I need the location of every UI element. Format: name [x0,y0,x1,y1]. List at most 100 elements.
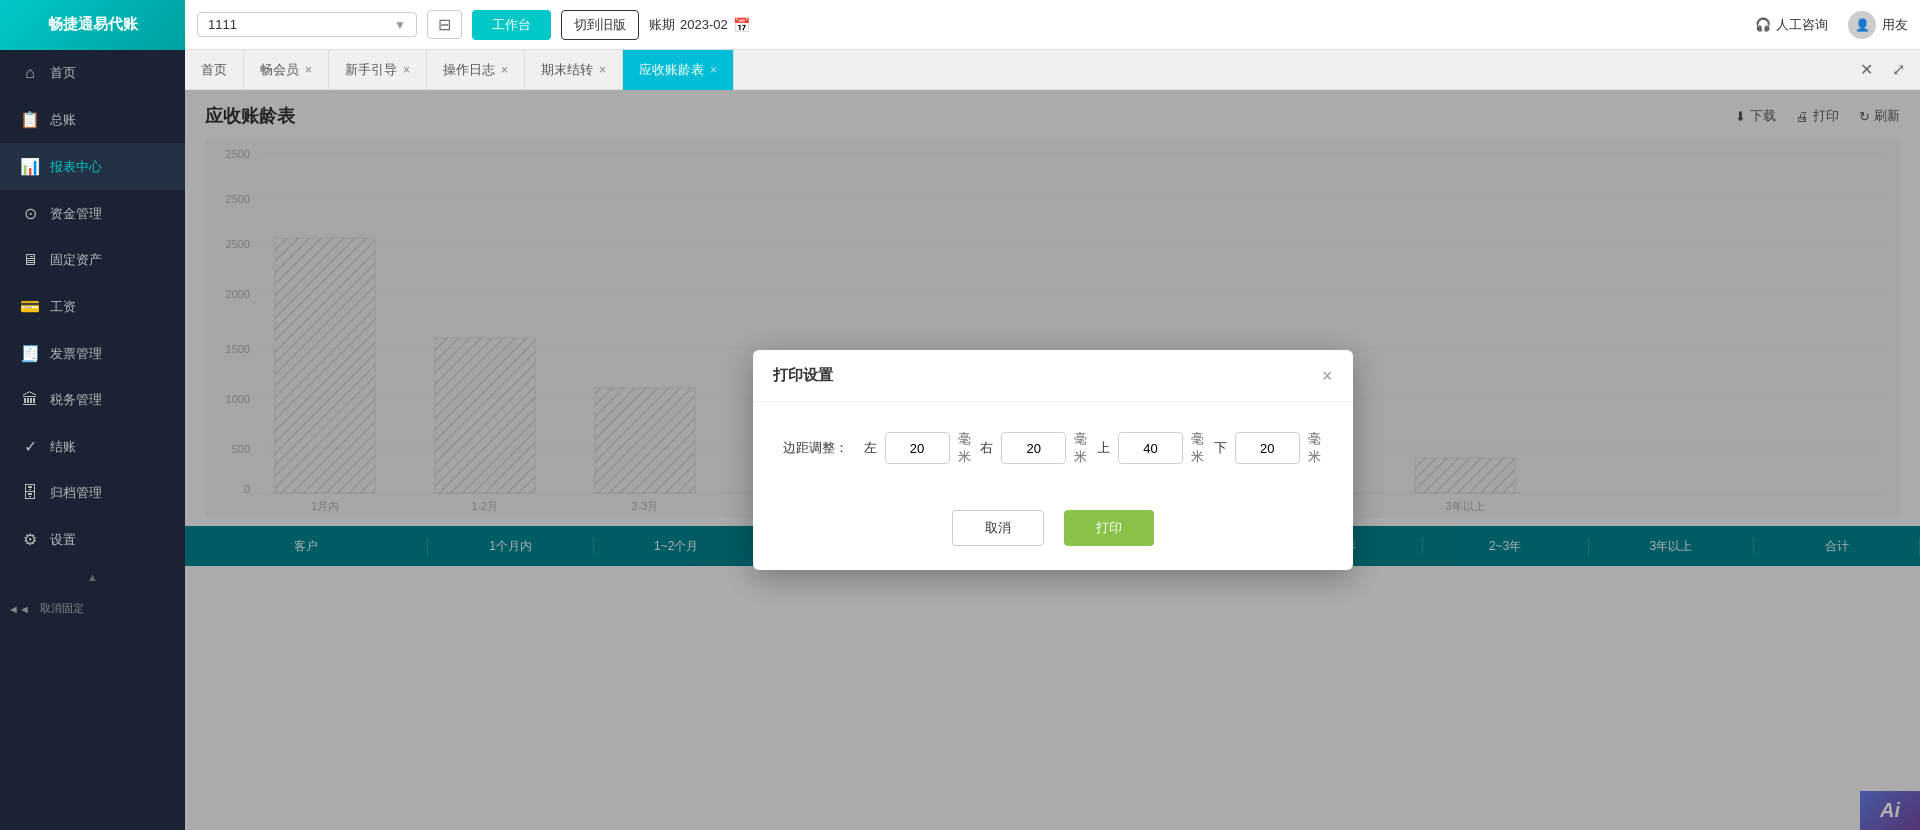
right-unit-label: 毫米 [1074,430,1089,466]
margin-row: 边距调整： 左 毫米 右 毫米 上 毫米 下 毫米 [783,430,1323,466]
tab-guide[interactable]: 新手引导 × [329,50,427,90]
print-dialog: 打印设置 × 边距调整： 左 毫米 右 毫米 上 [753,350,1353,570]
salary-icon: 💳 [20,297,40,316]
sidebar-label-salary: 工资 [50,298,76,316]
sidebar: ⌂ 首页 📋 总账 📊 报表中心 ⊙ 资金管理 🖥 固定资产 💳 工资 🧾 发票… [0,50,185,830]
modal-footer: 取消 打印 [753,494,1353,570]
main-layout: ⌂ 首页 📋 总账 📊 报表中心 ⊙ 资金管理 🖥 固定资产 💳 工资 🧾 发票… [0,50,1920,830]
right-direction-label: 右 [980,439,993,457]
sidebar-item-home[interactable]: ⌂ 首页 [0,50,185,96]
tab-home[interactable]: 首页 [185,50,244,90]
archive-icon: 🗄 [20,484,40,502]
tab-ar-aging-label: 应收账龄表 [639,61,704,79]
sidebar-label-invoice: 发票管理 [50,345,102,363]
sidebar-label-home: 首页 [50,64,76,82]
company-selector[interactable]: 1111 ▼ [197,12,417,37]
sidebar-scroll-up[interactable]: ▲ [0,563,185,591]
tab-guide-close[interactable]: × [403,63,410,77]
sidebar-label-settings: 设置 [50,531,76,549]
tab-period-end[interactable]: 期末结转 × [525,50,623,90]
funds-icon: ⊙ [20,204,40,223]
logo-area: 畅捷通易代账 [0,0,185,50]
period-value: 2023-02 [680,17,728,32]
sidebar-label-archive: 归档管理 [50,484,102,502]
tab-oplog-label: 操作日志 [443,61,495,79]
tab-member-label: 畅会员 [260,61,299,79]
assets-icon: 🖥 [20,251,40,269]
tab-period-end-close[interactable]: × [599,63,606,77]
sidebar-item-checkout[interactable]: ✓ 结账 [0,423,185,470]
left-direction-label: 左 [864,439,877,457]
switch-old-button[interactable]: 切到旧版 [561,10,639,40]
bottom-unit-label: 毫米 [1308,430,1323,466]
bottom-direction-label: 下 [1214,439,1227,457]
tab-actions: ✕ ⤢ [1852,56,1920,84]
right-margin-input[interactable] [1001,432,1066,464]
sidebar-label-reports: 报表中心 [50,158,102,176]
checkout-icon: ✓ [20,437,40,456]
tab-period-end-label: 期末结转 [541,61,593,79]
tab-home-label: 首页 [201,61,227,79]
maximize-button[interactable]: ⤢ [1884,56,1912,84]
sidebar-item-archive[interactable]: 🗄 归档管理 [0,470,185,516]
avatar-icon: 👤 [1855,18,1870,32]
tab-ar-aging-close[interactable]: × [710,63,717,77]
copy-button[interactable]: ⊟ [427,10,462,39]
tab-oplog-close[interactable]: × [501,63,508,77]
dropdown-arrow-icon: ▼ [394,18,406,32]
workbench-button[interactable]: 工作台 [472,10,551,40]
tab-member-close[interactable]: × [305,63,312,77]
margin-adjust-label: 边距调整： [783,439,848,457]
invoice-icon: 🧾 [20,344,40,363]
tab-bar: 首页 畅会员 × 新手引导 × 操作日志 × 期末结转 × 应收账龄表 × [185,50,1920,90]
sidebar-item-settings[interactable]: ⚙ 设置 [0,516,185,563]
modal-header: 打印设置 × [753,350,1353,402]
tab-member[interactable]: 畅会员 × [244,50,329,90]
ledger-icon: 📋 [20,110,40,129]
modal-title: 打印设置 [773,366,1322,385]
top-direction-label: 上 [1097,439,1110,457]
bottom-margin-input[interactable] [1235,432,1300,464]
top-unit-label: 毫米 [1191,430,1206,466]
tax-icon: 🏛 [20,391,40,409]
right-actions: 🎧 人工咨询 👤 用友 [1755,11,1908,39]
modal-overlay: 打印设置 × 边距调整： 左 毫米 右 毫米 上 [185,90,1920,830]
collapse-icon: ◄◄ [8,603,30,615]
calendar-icon[interactable]: 📅 [733,17,750,33]
sidebar-label-assets: 固定资产 [50,251,102,269]
sidebar-item-salary[interactable]: 💳 工资 [0,283,185,330]
sidebar-collapse-btn[interactable]: ◄◄ 取消固定 [0,591,185,626]
top-margin-input[interactable] [1118,432,1183,464]
tab-ar-aging[interactable]: 应收账龄表 × [623,50,734,90]
user-area[interactable]: 👤 用友 [1848,11,1908,39]
home-icon: ⌂ [20,64,40,82]
consult-button[interactable]: 🎧 人工咨询 [1755,16,1828,34]
sidebar-item-ledger[interactable]: 📋 总账 [0,96,185,143]
company-name: 1111 [208,17,386,32]
sidebar-item-funds[interactable]: ⊙ 资金管理 [0,190,185,237]
avatar: 👤 [1848,11,1876,39]
sidebar-label-checkout: 结账 [50,438,76,456]
top-header: 畅捷通易代账 1111 ▼ ⊟ 工作台 切到旧版 账期 2023-02 📅 🎧 … [0,0,1920,50]
collapse-label: 取消固定 [40,601,84,616]
reports-icon: 📊 [20,157,40,176]
period-label: 账期 [649,16,675,34]
cancel-button[interactable]: 取消 [952,510,1044,546]
consult-label: 人工咨询 [1776,16,1828,34]
sidebar-item-reports[interactable]: 📊 报表中心 [0,143,185,190]
left-margin-input[interactable] [885,432,950,464]
close-all-button[interactable]: ✕ [1852,56,1880,84]
left-unit-label: 毫米 [958,430,973,466]
print-confirm-button[interactable]: 打印 [1064,510,1154,546]
sidebar-item-tax[interactable]: 🏛 税务管理 [0,377,185,423]
tab-guide-label: 新手引导 [345,61,397,79]
sidebar-item-invoice[interactable]: 🧾 发票管理 [0,330,185,377]
sidebar-label-ledger: 总账 [50,111,76,129]
modal-body: 边距调整： 左 毫米 右 毫米 上 毫米 下 毫米 [753,402,1353,494]
tab-oplog[interactable]: 操作日志 × [427,50,525,90]
logo-text: 畅捷通易代账 [48,15,138,34]
user-label: 用友 [1882,16,1908,34]
modal-close-button[interactable]: × [1322,367,1333,385]
period-info: 账期 2023-02 📅 [649,16,750,34]
sidebar-item-assets[interactable]: 🖥 固定资产 [0,237,185,283]
